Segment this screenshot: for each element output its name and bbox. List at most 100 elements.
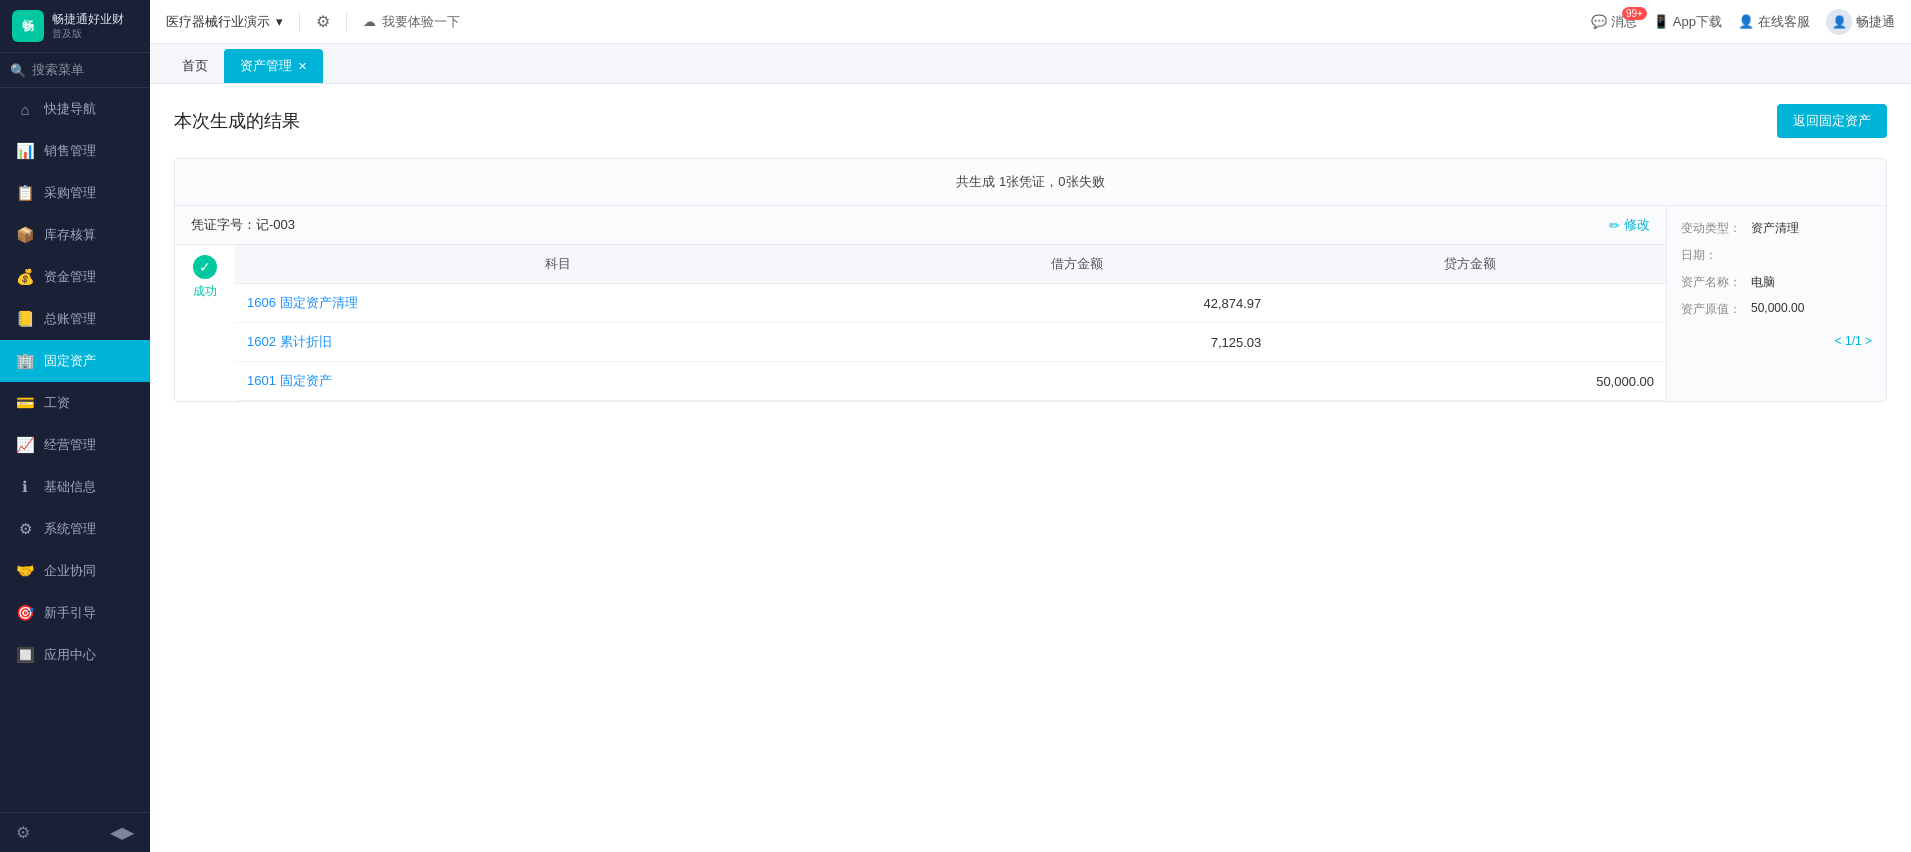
sidebar-item-label: 新手引导 <box>44 604 96 622</box>
side-panel-date: 日期： <box>1681 247 1872 264</box>
sidebar-item-label: 库存核算 <box>44 226 96 244</box>
messages-button[interactable]: 💬 消息 99+ <box>1591 13 1637 31</box>
app-download-button[interactable]: 📱 App下载 <box>1653 13 1722 31</box>
table-row: 1602 累计折旧 7,125.03 <box>235 323 1666 362</box>
toggle-sidebar-button[interactable]: ◀▶ <box>110 823 134 842</box>
sidebar-search[interactable]: 🔍 搜索菜单 <box>0 53 150 88</box>
avatar: 👤 <box>1826 9 1852 35</box>
sidebar-item-system[interactable]: ⚙ 系统管理 <box>0 508 150 550</box>
operations-icon: 📈 <box>16 436 34 454</box>
payroll-icon: 💳 <box>16 394 34 412</box>
search-label: 搜索菜单 <box>32 61 84 79</box>
home-icon: ⌂ <box>16 100 34 118</box>
tabbar: 首页 资产管理 ✕ <box>150 44 1911 84</box>
inventory-icon: 📦 <box>16 226 34 244</box>
user-menu[interactable]: 👤 畅捷通 <box>1826 9 1895 35</box>
result-summary: 共生成 1张凭证，0张失败 <box>175 159 1886 206</box>
date-label: 日期： <box>1681 247 1751 264</box>
sidebar-item-ledger[interactable]: 📒 总账管理 <box>0 298 150 340</box>
sidebar-item-capital[interactable]: 💰 资金管理 <box>0 256 150 298</box>
sidebar-nav: ⌂ 快捷导航 📊 销售管理 📋 采购管理 📦 库存核算 💰 资金管理 📒 总账管… <box>0 88 150 812</box>
sidebar-item-quick-nav[interactable]: ⌂ 快捷导航 <box>0 88 150 130</box>
row2-debit: 7,125.03 <box>881 323 1274 362</box>
sidebar-item-label: 工资 <box>44 394 70 412</box>
download-icon: 📱 <box>1653 14 1669 29</box>
fixed-assets-icon: 🏢 <box>16 352 34 370</box>
edit-icon: ✏ <box>1609 218 1620 233</box>
status-cell: ✓ 成功 <box>175 245 235 310</box>
voucher-block: 凭证字号：记-003 ✏ 修改 ✓ 成功 <box>175 206 1886 401</box>
main-area: 医疗器械行业演示 ▾ ⚙ ☁ 我要体验一下 💬 消息 99+ 📱 App下载 👤… <box>150 0 1911 852</box>
app-title: 畅捷通好业财 <box>52 11 124 28</box>
sidebar-item-fixed-assets[interactable]: 🏢 固定资产 <box>0 340 150 382</box>
settings-icon[interactable]: ⚙ <box>16 823 30 842</box>
row2-credit <box>1273 323 1666 362</box>
sidebar-item-label: 系统管理 <box>44 520 96 538</box>
voucher-header: 凭证字号：记-003 ✏ 修改 <box>175 206 1666 245</box>
voucher-main: 凭证字号：记-003 ✏ 修改 ✓ 成功 <box>175 206 1666 401</box>
sidebar-item-operations[interactable]: 📈 经营管理 <box>0 424 150 466</box>
summary-text: 共生成 1张凭证，0张失败 <box>956 174 1104 189</box>
col-subject: 科目 <box>235 245 881 284</box>
asset-name-value: 电脑 <box>1751 274 1775 291</box>
row3-debit <box>881 362 1274 401</box>
sidebar-logo: 畅 畅捷通好业财 普及版 <box>0 0 150 53</box>
tab-home-label: 首页 <box>182 58 208 73</box>
tab-asset-label: 资产管理 <box>240 57 292 75</box>
table-wrapper: 科目 借方金额 贷方金额 1606 固定资产清理 42,874.97 <box>235 245 1666 401</box>
status-text: 成功 <box>193 283 217 300</box>
ledger-icon: 📒 <box>16 310 34 328</box>
prev-page-icon[interactable]: < <box>1835 334 1842 348</box>
col-credit: 贷方金额 <box>1273 245 1666 284</box>
purchase-icon: 📋 <box>16 184 34 202</box>
project-selector[interactable]: 医疗器械行业演示 ▾ <box>166 13 283 31</box>
voucher-content: ✓ 成功 科目 借方金额 贷方金额 <box>175 245 1666 401</box>
pagination[interactable]: < 1/1 > <box>1681 334 1872 348</box>
message-icon: 💬 <box>1591 14 1607 29</box>
side-panel-asset-name: 资产名称： 电脑 <box>1681 274 1872 291</box>
sidebar-item-label: 采购管理 <box>44 184 96 202</box>
topbar-divider2 <box>346 12 347 32</box>
sidebar-item-label: 应用中心 <box>44 646 96 664</box>
success-icon: ✓ <box>193 255 217 279</box>
sidebar: 畅 畅捷通好业财 普及版 🔍 搜索菜单 ⌂ 快捷导航 📊 销售管理 📋 采购管理… <box>0 0 150 852</box>
sidebar-item-label: 总账管理 <box>44 310 96 328</box>
side-panel-asset-value: 资产原值： 50,000.00 <box>1681 301 1872 318</box>
next-page-icon[interactable]: > <box>1865 334 1872 348</box>
return-button[interactable]: 返回固定资产 <box>1777 104 1887 138</box>
voucher-number: 凭证字号：记-003 <box>191 216 295 234</box>
row3-subject: 1601 固定资产 <box>235 362 881 401</box>
row1-subject: 1606 固定资产清理 <box>235 284 881 323</box>
table-row: 1606 固定资产清理 42,874.97 <box>235 284 1666 323</box>
sidebar-item-label: 资金管理 <box>44 268 96 286</box>
edit-button[interactable]: ✏ 修改 <box>1609 216 1650 234</box>
topbar: 医疗器械行业演示 ▾ ⚙ ☁ 我要体验一下 💬 消息 99+ 📱 App下载 👤… <box>150 0 1911 44</box>
sidebar-item-basic-info[interactable]: ℹ 基础信息 <box>0 466 150 508</box>
experience-button[interactable]: ☁ 我要体验一下 <box>363 13 460 31</box>
online-service-button[interactable]: 👤 在线客服 <box>1738 13 1810 31</box>
sidebar-item-guide[interactable]: 🎯 新手引导 <box>0 592 150 634</box>
sidebar-item-label: 企业协同 <box>44 562 96 580</box>
sidebar-item-sales[interactable]: 📊 销售管理 <box>0 130 150 172</box>
asset-name-label: 资产名称： <box>1681 274 1751 291</box>
sidebar-item-label: 快捷导航 <box>44 100 96 118</box>
row3-credit: 50,000.00 <box>1273 362 1666 401</box>
voucher-table: 科目 借方金额 贷方金额 1606 固定资产清理 42,874.97 <box>235 245 1666 401</box>
service-icon: 👤 <box>1738 14 1754 29</box>
sidebar-item-label: 固定资产 <box>44 352 96 370</box>
app-download-label: App下载 <box>1673 13 1722 31</box>
result-area: 共生成 1张凭证，0张失败 凭证字号：记-003 ✏ 修改 ✓ 成功 <box>174 158 1887 402</box>
sidebar-item-app-center[interactable]: 🔲 应用中心 <box>0 634 150 676</box>
tab-home[interactable]: 首页 <box>166 49 224 83</box>
tab-close-icon[interactable]: ✕ <box>298 60 307 73</box>
sidebar-item-enterprise[interactable]: 🤝 企业协同 <box>0 550 150 592</box>
enterprise-icon: 🤝 <box>16 562 34 580</box>
content-area: 本次生成的结果 返回固定资产 共生成 1张凭证，0张失败 凭证字号：记-003 … <box>150 84 1911 852</box>
sidebar-item-inventory[interactable]: 📦 库存核算 <box>0 214 150 256</box>
tab-asset-management[interactable]: 资产管理 ✕ <box>224 49 323 83</box>
sidebar-item-purchase[interactable]: 📋 采购管理 <box>0 172 150 214</box>
gear-icon[interactable]: ⚙ <box>316 12 330 31</box>
sidebar-item-payroll[interactable]: 💳 工资 <box>0 382 150 424</box>
col-debit: 借方金额 <box>881 245 1274 284</box>
change-type-label: 变动类型： <box>1681 220 1751 237</box>
